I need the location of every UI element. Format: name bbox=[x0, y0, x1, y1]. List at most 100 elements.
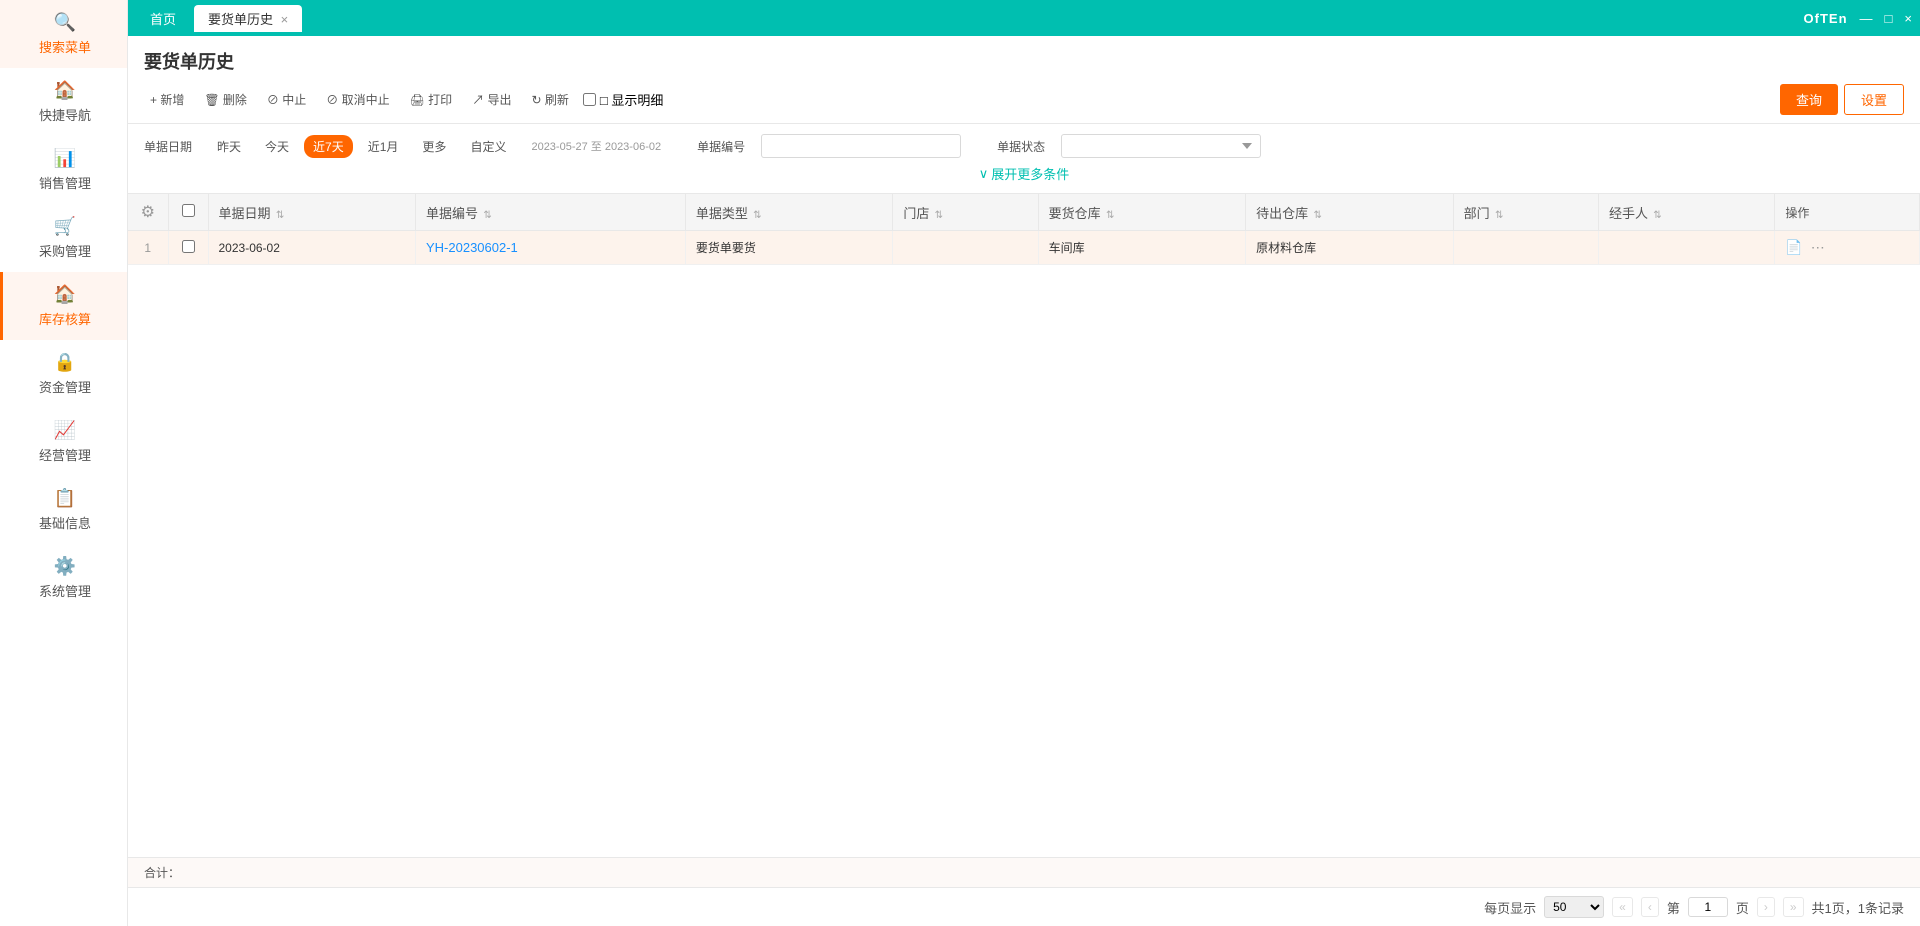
row-index: 1 bbox=[128, 231, 168, 265]
row-store bbox=[893, 231, 1038, 265]
ops-mgmt-icon: 📈 bbox=[54, 420, 76, 441]
tab-order-history[interactable]: 要货单历史 × bbox=[194, 5, 302, 32]
close-window-button[interactable]: × bbox=[1904, 11, 1912, 26]
sidebar-item-finance-mgmt[interactable]: 🔒资金管理 bbox=[0, 340, 127, 408]
tab-home[interactable]: 首页 bbox=[136, 5, 190, 32]
per-page-select[interactable]: 10 20 50 100 bbox=[1544, 896, 1604, 918]
col-header-handler[interactable]: 经手人 ⇅ bbox=[1598, 194, 1774, 231]
print-button[interactable]: 🖨 打印 bbox=[404, 87, 459, 112]
first-page-button[interactable]: « bbox=[1612, 897, 1633, 917]
sort-arrow-doc-date: ⇅ bbox=[276, 210, 284, 221]
delete-button[interactable]: 🗑 删除 bbox=[198, 87, 253, 112]
col-header-doc-number[interactable]: 单据编号 ⇅ bbox=[416, 194, 686, 231]
sidebar-item-sys-mgmt[interactable]: ⚙️ 系统管理 bbox=[0, 544, 127, 612]
doc-status-label: 单据状态 bbox=[997, 138, 1045, 155]
col-header-store[interactable]: 门店 ⇅ bbox=[893, 194, 1038, 231]
select-all-checkbox[interactable] bbox=[182, 204, 195, 217]
minimize-button[interactable]: — bbox=[1860, 11, 1873, 26]
sidebar-item-purchase-mgmt[interactable]: 🛒采购管理 bbox=[0, 204, 127, 272]
date-range-display: 2023-05-27 至 2023-06-02 bbox=[531, 138, 661, 154]
table-row: 1 2023-06-02 YH-20230602-1 要货单要货 车间库 原材料… bbox=[128, 231, 1920, 265]
col-header-doc-type[interactable]: 单据类型 ⇅ bbox=[685, 194, 893, 231]
sidebar-label-sales-mgmt: 销售管理 bbox=[39, 173, 91, 192]
row-checkbox[interactable] bbox=[182, 240, 195, 253]
expand-more-button[interactable]: ∨ 展开更多条件 bbox=[979, 164, 1070, 183]
col-header-doc-date[interactable]: 单据日期 ⇅ bbox=[208, 194, 416, 231]
gear-icon[interactable]: ⚙ bbox=[141, 204, 155, 221]
sales-mgmt-icon: 📊 bbox=[54, 148, 76, 169]
export-button[interactable]: ↗ 导出 bbox=[466, 87, 517, 112]
row-department bbox=[1453, 231, 1598, 265]
row-more-icon[interactable]: ⋯ bbox=[1811, 239, 1825, 256]
sort-arrow-req-warehouse: ⇅ bbox=[1106, 210, 1114, 221]
pagination: 每页显示 10 20 50 100 « ‹ 第 页 › » 共1页，1条记录 bbox=[128, 887, 1920, 926]
col-header-department[interactable]: 部门 ⇅ bbox=[1453, 194, 1598, 231]
brand-label: OfTEn bbox=[1804, 11, 1848, 26]
prev-page-button[interactable]: ‹ bbox=[1641, 897, 1659, 917]
row-handler bbox=[1598, 231, 1774, 265]
col-label-department: 部门 bbox=[1464, 206, 1490, 221]
header-row: ⚙ 单据日期 ⇅ 单据编号 ⇅ 单据类型 ⇅ bbox=[128, 194, 1920, 231]
sidebar-item-basic-info[interactable]: 📋基础信息 bbox=[0, 476, 127, 544]
table-body: 1 2023-06-02 YH-20230602-1 要货单要货 车间库 原材料… bbox=[128, 231, 1920, 265]
quick-nav-icon: 🏠 bbox=[54, 80, 76, 101]
sys-mgmt-icon: ⚙️ bbox=[54, 556, 76, 577]
col-header-pending-warehouse[interactable]: 待出仓库 ⇅ bbox=[1246, 194, 1454, 231]
row-edit-icon[interactable]: 📄 bbox=[1785, 239, 1802, 256]
per-page-label: 每页显示 bbox=[1484, 898, 1536, 917]
settings-button[interactable]: 设置 bbox=[1844, 84, 1904, 115]
expand-icon: ∨ bbox=[979, 166, 989, 182]
date-option-近7天[interactable]: 近7天 bbox=[304, 135, 353, 158]
sidebar-label-search-menu: 搜索菜单 bbox=[39, 37, 91, 56]
sidebar-item-search-menu[interactable]: 🔍 搜索菜单 bbox=[0, 0, 127, 68]
col-label-handler: 经手人 bbox=[1609, 206, 1648, 221]
next-page-button[interactable]: › bbox=[1757, 897, 1775, 917]
sort-arrow-doc-type: ⇅ bbox=[753, 210, 761, 221]
sidebar-label-basic-info: 基础信息 bbox=[39, 513, 91, 532]
display-cells-label: □ 显示明细 bbox=[600, 90, 663, 109]
display-cells-check-input[interactable] bbox=[583, 93, 596, 106]
doc-number-link[interactable]: YH-20230602-1 bbox=[426, 240, 518, 255]
date-option-昨天[interactable]: 昨天 bbox=[208, 135, 250, 158]
stop-button[interactable]: ⊘ 中止 bbox=[261, 87, 312, 112]
query-button[interactable]: 查询 bbox=[1780, 84, 1838, 115]
refresh-button[interactable]: ↻ 刷新 bbox=[526, 87, 575, 112]
row-checkbox-cell bbox=[168, 231, 208, 265]
sidebar-item-sales-mgmt[interactable]: 📊 销售管理 bbox=[0, 136, 127, 204]
sidebar-item-quick-nav[interactable]: 🏠快捷导航 bbox=[0, 68, 127, 136]
date-option-今天[interactable]: 今天 bbox=[256, 135, 298, 158]
page-input[interactable] bbox=[1688, 897, 1728, 917]
doc-status-select[interactable] bbox=[1061, 134, 1261, 158]
tab-close-order-history[interactable]: × bbox=[277, 12, 288, 27]
settings-col-header[interactable]: ⚙ bbox=[128, 194, 168, 231]
search-menu-icon: 🔍 bbox=[54, 12, 76, 33]
finance-mgmt-icon: 🔒 bbox=[54, 352, 76, 373]
cancel-stop-button[interactable]: ⊘ 取消中止 bbox=[320, 87, 395, 112]
sidebar-label-sys-mgmt: 系统管理 bbox=[39, 581, 91, 600]
col-label-req-warehouse: 要货仓库 bbox=[1049, 206, 1101, 221]
row-doc-date: 2023-06-02 bbox=[208, 231, 416, 265]
date-option-近1月[interactable]: 近1月 bbox=[359, 135, 408, 158]
sidebar-item-ops-mgmt[interactable]: 📈经营管理 bbox=[0, 408, 127, 476]
doc-number-label: 单据编号 bbox=[697, 138, 745, 155]
table-container: ⚙ 单据日期 ⇅ 单据编号 ⇅ 单据类型 ⇅ bbox=[128, 194, 1920, 857]
col-label-doc-date: 单据日期 bbox=[219, 206, 271, 221]
row-req-warehouse: 车间库 bbox=[1038, 231, 1246, 265]
table-footer: 合计： bbox=[128, 857, 1920, 887]
sort-arrow-doc-number: ⇅ bbox=[483, 210, 491, 221]
pagination-summary: 共1页，1条记录 bbox=[1812, 898, 1904, 917]
date-option-自定义[interactable]: 自定义 bbox=[461, 135, 515, 158]
last-page-button[interactable]: » bbox=[1783, 897, 1804, 917]
doc-number-input[interactable] bbox=[761, 134, 961, 158]
page-header: 要货单历史 + 新增 🗑 删除 ⊘ 中止 ⊘ 取消中止 🖨 打印 ↗ 导出 ↻ … bbox=[128, 36, 1920, 124]
maximize-button[interactable]: □ bbox=[1885, 11, 1893, 26]
add-button[interactable]: + 新增 bbox=[144, 87, 190, 112]
sort-arrow-store: ⇅ bbox=[935, 210, 943, 221]
sidebar-item-inventory[interactable]: 🏠库存核算 bbox=[0, 272, 127, 340]
top-tabs-bar: 首页要货单历史 × OfTEn — □ × bbox=[128, 0, 1920, 36]
display-cells-checkbox[interactable]: □ 显示明细 bbox=[583, 90, 663, 109]
date-option-更多[interactable]: 更多 bbox=[413, 135, 455, 158]
sidebar-label-inventory: 库存核算 bbox=[39, 309, 91, 328]
filter-row-1: 单据日期 昨天今天近7天近1月更多自定义 2023-05-27 至 2023-0… bbox=[144, 134, 1904, 158]
col-header-req-warehouse[interactable]: 要货仓库 ⇅ bbox=[1038, 194, 1246, 231]
